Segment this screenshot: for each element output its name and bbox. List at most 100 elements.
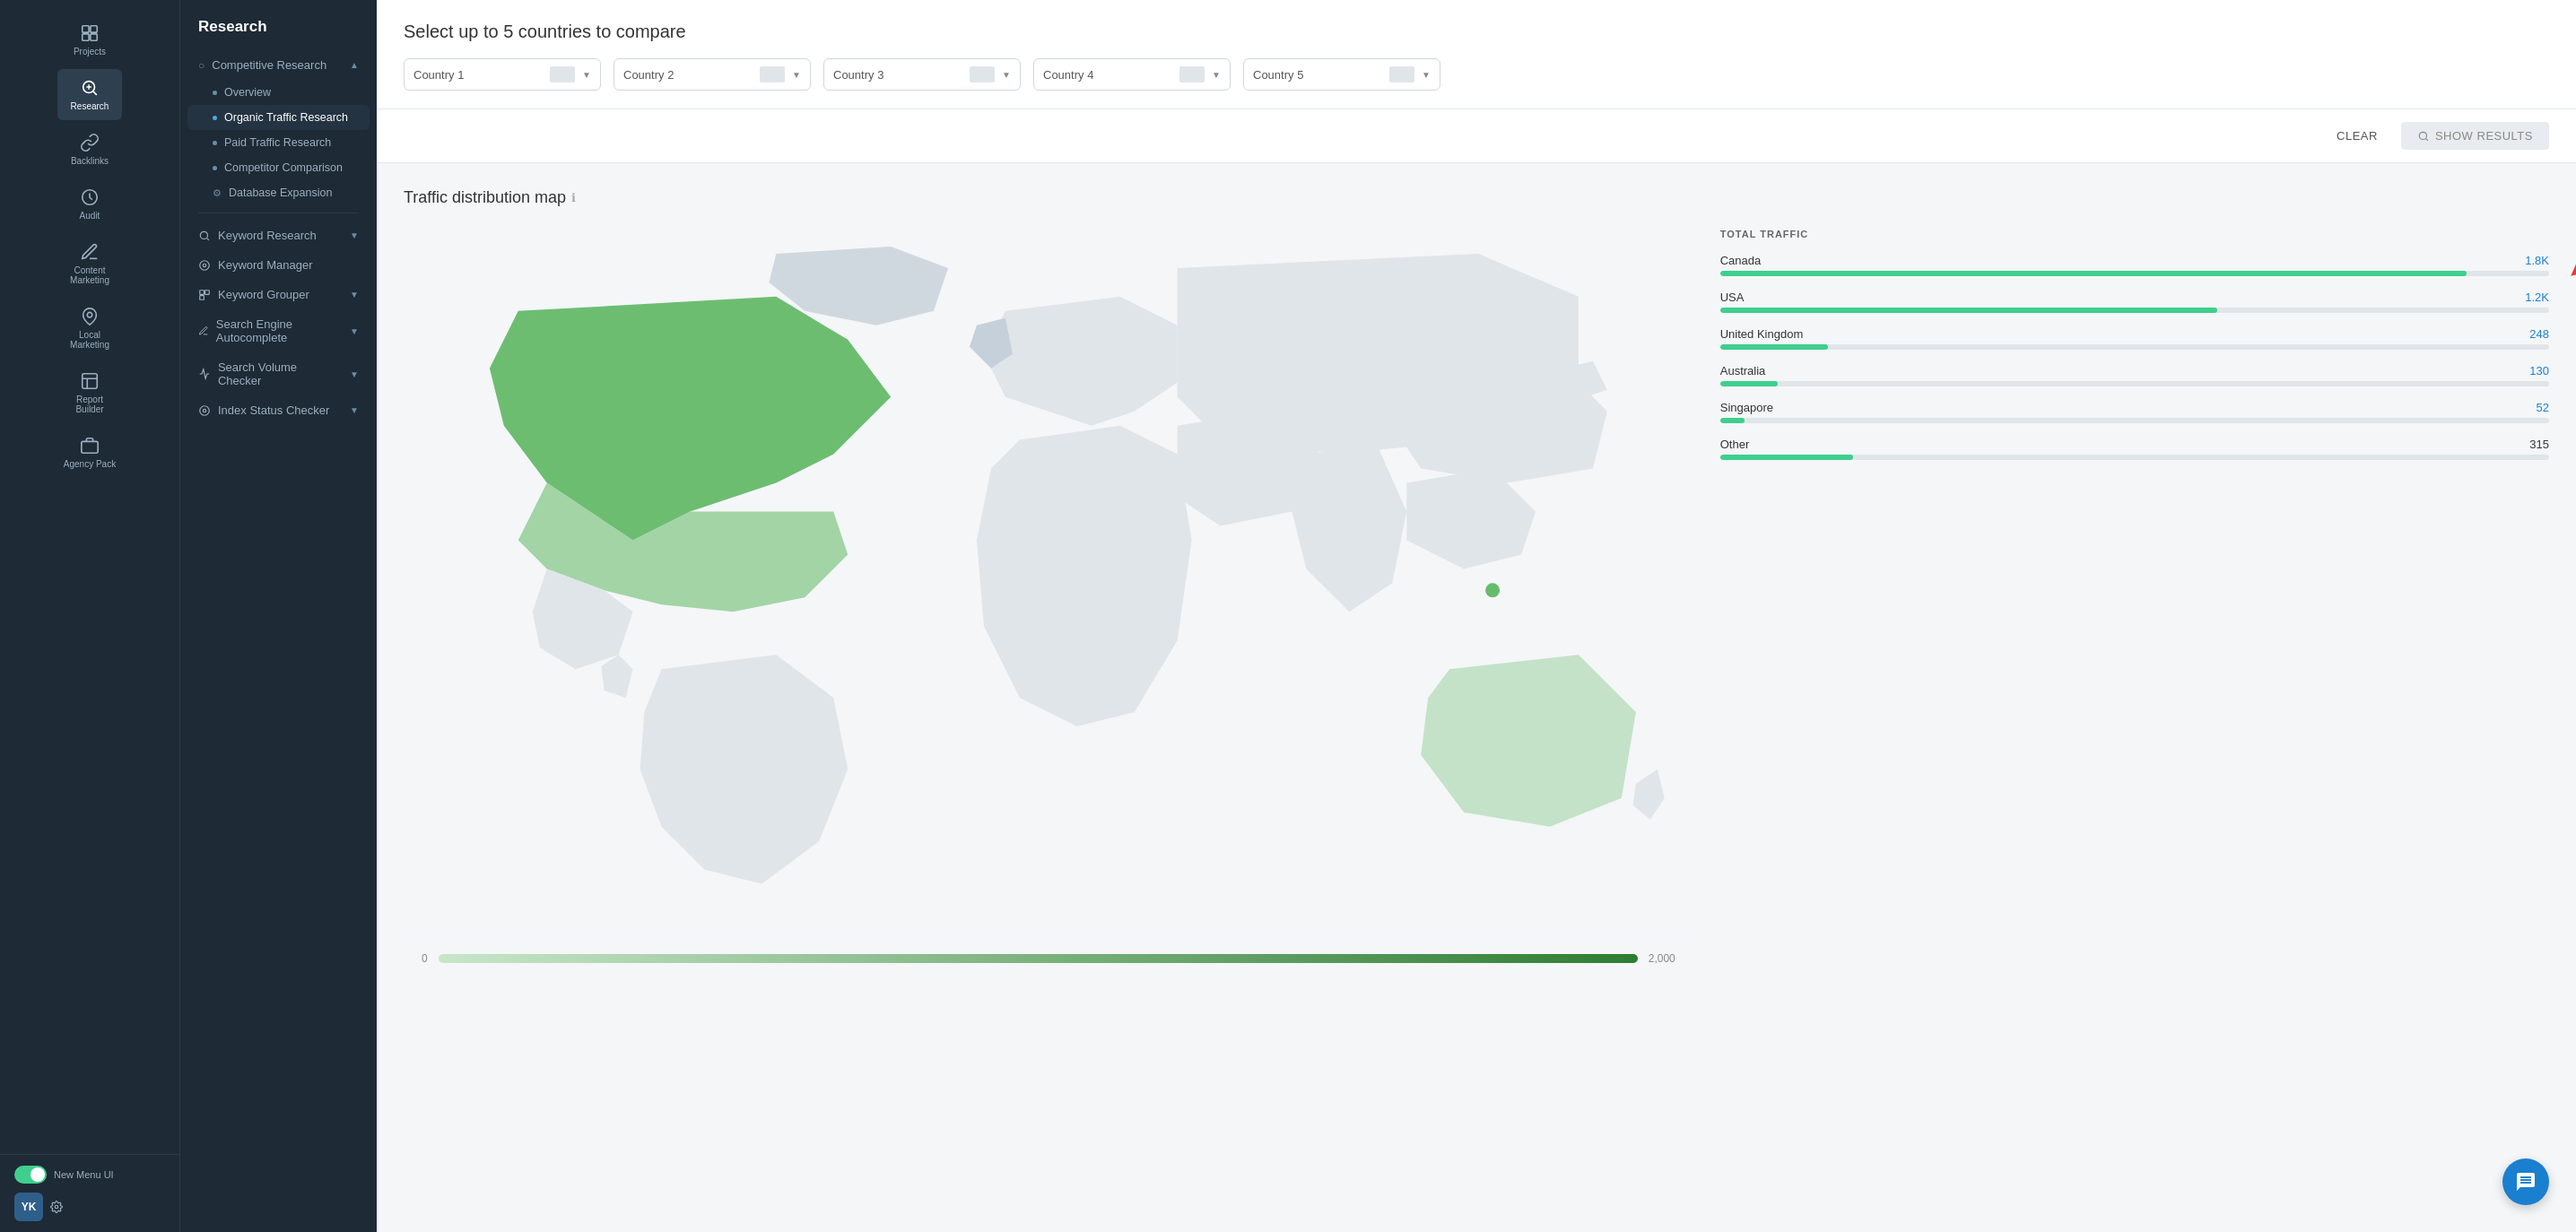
svg-point-11 [200,260,210,270]
stat-value-usa: 1.2K [2525,291,2549,304]
nav-item-index-status-checker[interactable]: Index Status Checker ▼ [187,395,370,425]
svg-point-16 [200,405,210,415]
stat-row-other: Other 315 [1720,438,2549,460]
svg-rect-0 [83,26,89,32]
gear-icon: ⚙ [213,187,222,199]
nav-sub-item-overview[interactable]: Overview [187,80,370,105]
stats-panel-title: TOTAL TRAFFIC [1720,229,2549,239]
flag-3 [970,66,995,82]
sidebar-item-content-marketing[interactable]: Content Marketing [57,233,122,294]
nav-item-keyword-research[interactable]: Keyword Research ▼ [187,221,370,250]
stat-bar-canada-bg [1720,271,2549,276]
stat-row-canada: Canada 1.8K [1720,254,2549,276]
index-status-icon [198,404,211,417]
country-select-5[interactable]: Country 5 ▼ [1243,58,1440,91]
sidebar-item-projects[interactable]: Projects [57,14,122,65]
sidebar: Projects Research Backlinks Audit [0,0,179,1232]
keyword-research-icon [198,230,211,242]
volume-checker-icon [198,368,211,380]
sidebar-bottom: New Menu UI YK [0,1154,179,1232]
flag-5 [1389,66,1414,82]
sub-dot-paid [213,141,217,145]
nav-section-competitive: ○ Competitive Research ▲ Overview Organi… [180,50,377,425]
country-selector-row: Country 1 ▼ Country 2 ▼ Country 3 ▼ Coun… [404,58,2549,91]
svg-point-6 [87,312,92,317]
svg-rect-2 [83,34,89,40]
nav-sub-item-paid-traffic-research[interactable]: Paid Traffic Research [187,130,370,155]
stat-value-uk: 248 [2529,327,2549,341]
new-menu-toggle-row: New Menu UI [14,1166,165,1184]
map-section: Traffic distribution map ℹ [377,163,2576,1232]
keyword-grouper-icon [198,289,211,301]
autocomplete-icon [198,325,209,337]
nav-item-search-engine-autocomplete[interactable]: Search Engine Autocomplete ▼ [187,309,370,352]
settings-icon[interactable] [50,1201,63,1213]
stat-bar-usa-bg [1720,308,2549,313]
stat-value-other: 315 [2529,438,2549,451]
stat-bar-other-fill [1720,455,1853,460]
nav-item-competitive-research[interactable]: ○ Competitive Research ▲ [187,50,370,80]
stat-bar-australia-bg [1720,381,2549,386]
search-icon-btn [2417,130,2430,143]
actions-row: CLEAR SHOW RESULTS [377,109,2576,163]
nav-sub-item-organic-traffic-research[interactable]: Organic Traffic Research [187,105,370,130]
stat-country-australia: Australia [1720,364,1766,377]
chat-button[interactable] [2502,1158,2549,1205]
stat-country-usa: USA [1720,291,1745,304]
stat-bar-other-bg [1720,455,2549,460]
sidebar-item-research[interactable]: Research [57,69,122,120]
country-select-3[interactable]: Country 3 ▼ [823,58,1021,91]
nav-sub-item-competitor-comparison[interactable]: Competitor Comparison [187,155,370,180]
stat-country-canada: Canada [1720,254,1762,267]
sidebar-item-report-builder[interactable]: Report Builder [57,362,122,423]
svg-rect-8 [82,441,98,453]
svg-rect-1 [91,26,97,32]
svg-rect-15 [200,295,205,299]
stat-bar-uk-bg [1720,344,2549,350]
nav-panel: Research ○ Competitive Research ▲ Overvi… [179,0,377,1232]
svg-rect-3 [91,34,97,40]
chevron-down-country4: ▼ [1212,70,1221,80]
main-header: Select up to 5 countries to compare Coun… [377,0,2576,109]
info-icon[interactable]: ℹ [571,191,576,204]
country-select-1[interactable]: Country 1 ▼ [404,58,601,91]
user-avatar[interactable]: YK [14,1193,43,1221]
country-select-2[interactable]: Country 2 ▼ [614,58,811,91]
stat-bar-australia-fill [1720,381,1779,386]
sidebar-item-agency-pack[interactable]: Agency Pack [57,427,122,478]
chevron-down-icon-svc: ▼ [350,369,359,379]
svg-rect-13 [200,290,205,294]
stat-bar-uk-fill [1720,344,1828,350]
sidebar-item-local-marketing[interactable]: Local Marketing [57,298,122,359]
clear-button[interactable]: CLEAR [2324,122,2390,150]
world-map-svg [404,225,1693,941]
chevron-down-country2: ▼ [792,70,801,80]
chat-icon [2515,1171,2537,1193]
sidebar-item-audit[interactable]: Audit [57,178,122,230]
stats-panel: TOTAL TRAFFIC Canada 1.8K [1720,225,2549,474]
svg-point-18 [2419,132,2426,139]
country-select-4[interactable]: Country 4 ▼ [1033,58,1231,91]
show-results-button[interactable]: SHOW RESULTS [2401,122,2549,150]
stat-value-canada: 1.8K [2525,254,2549,267]
chevron-down-icon-kr: ▼ [350,230,359,240]
nav-item-keyword-grouper[interactable]: Keyword Grouper ▼ [187,280,370,309]
nav-item-search-volume-checker[interactable]: Search Volume Checker ▼ [187,352,370,395]
svg-point-12 [203,264,206,267]
stat-bar-usa-fill [1720,308,2218,313]
nav-sub-item-database-expansion[interactable]: ⚙ Database Expansion [187,180,370,205]
stat-row-uk: United Kingdom 248 [1720,327,2549,350]
nav-item-keyword-manager[interactable]: Keyword Manager [187,250,370,280]
flag-2 [760,66,785,82]
page-title: Select up to 5 countries to compare [404,22,2549,42]
flag-1 [550,66,575,82]
stat-value-singapore: 52 [2537,401,2549,414]
sub-dot-organic [213,116,217,120]
stat-row-usa: USA 1.2K [1720,291,2549,313]
chevron-down-icon-isc: ▼ [350,405,359,415]
singapore-dot [1485,583,1500,597]
new-menu-toggle[interactable] [14,1166,47,1184]
svg-point-9 [55,1205,58,1209]
sidebar-item-backlinks[interactable]: Backlinks [57,124,122,175]
nav-group-competitive: ○ Competitive Research ▲ Overview Organi… [187,50,370,205]
